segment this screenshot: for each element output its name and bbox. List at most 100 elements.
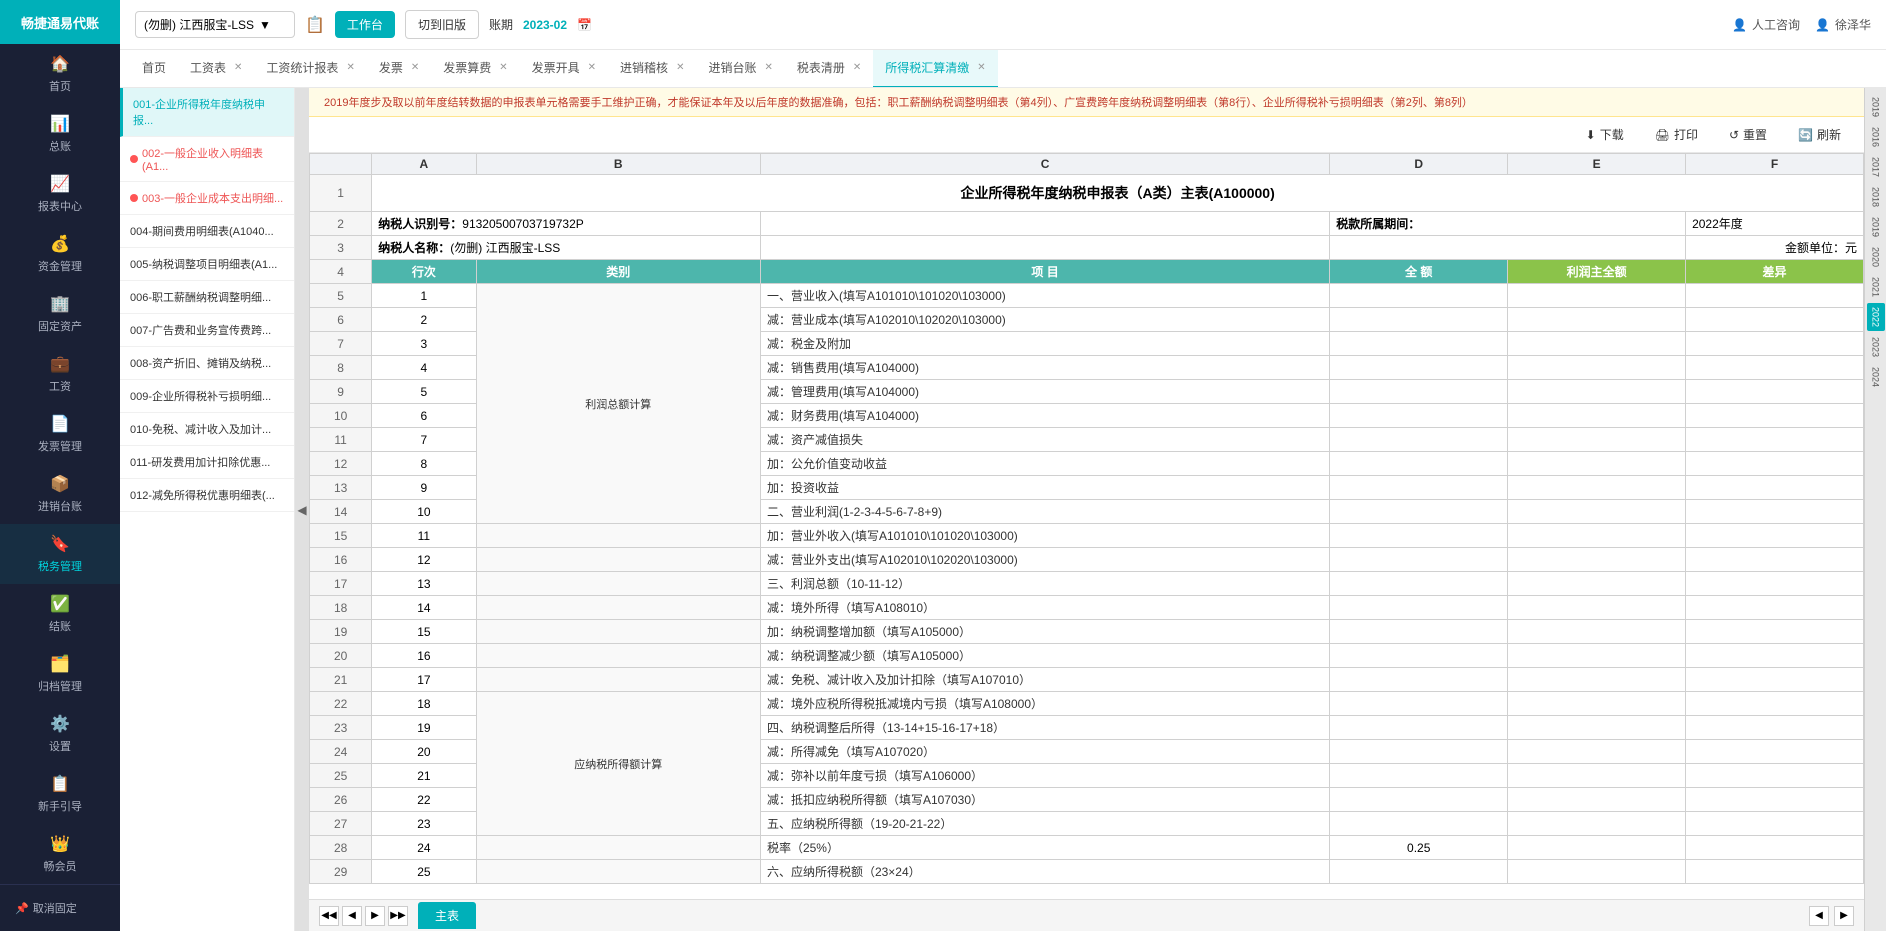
xiangmu-cell-20[interactable]: 减：纳税调整减少额（填写A105000） [760,644,1329,668]
xuhao-cell-19[interactable]: 15 [372,620,476,644]
left-panel-item-003[interactable]: 003-一般企业成本支出明细... [120,182,294,215]
left-panel-item-010[interactable]: 010-免税、减计收入及加计... [120,413,294,446]
lirun-cell-24[interactable] [1508,740,1686,764]
workspace-button[interactable]: 工作台 [335,11,395,38]
chay-cell-28[interactable] [1686,836,1864,860]
nav-tab-6[interactable]: 进销稽核✕ [608,50,696,88]
quane-cell-28[interactable]: 0.25 [1330,836,1508,860]
xuhao-cell-20[interactable]: 16 [372,644,476,668]
left-panel-item-005[interactable]: 005-纳税调整项目明细表(A1... [120,248,294,281]
left-panel-item-012[interactable]: 012-减免所得税优惠明细表(... [120,479,294,512]
quane-cell-15[interactable] [1330,524,1508,548]
xuhao-cell-9[interactable]: 5 [372,380,476,404]
xiangmu-cell-24[interactable]: 减：所得减免（填写A107020） [760,740,1329,764]
sidebar-item-report[interactable]: 📈报表中心 [0,164,120,224]
chay-cell-27[interactable] [1686,812,1864,836]
xiangmu-cell-29[interactable]: 六、应纳所得税额（23×24） [760,860,1329,884]
xuhao-cell-27[interactable]: 23 [372,812,476,836]
sidebar-item-member[interactable]: 👑畅会员 [0,824,120,884]
quane-cell-19[interactable] [1330,620,1508,644]
chay-cell-5[interactable] [1686,284,1864,308]
sidebar-item-settle[interactable]: ✅结账 [0,584,120,644]
xuhao-cell-26[interactable]: 22 [372,788,476,812]
timeline-item-2017-2[interactable]: 2017 [1867,153,1885,181]
sheet-nav-left[interactable]: ◀◀ [319,906,339,926]
nav-tab-0[interactable]: 首页 [130,50,178,88]
scroll-left-btn[interactable]: ◀ [1809,906,1829,926]
company-selector[interactable]: (勿删) 江西服宝-LSS ▼ [135,11,295,38]
nav-tab-9[interactable]: 所得税汇算清缴✕ [873,50,997,88]
tab-close-1[interactable]: ✕ [234,62,242,73]
lirun-cell-18[interactable] [1508,596,1686,620]
xuhao-cell-8[interactable]: 4 [372,356,476,380]
xuhao-cell-6[interactable]: 2 [372,308,476,332]
left-panel-item-001[interactable]: 001-企业所得税年度纳税申报... [120,88,294,137]
lirun-cell-23[interactable] [1508,716,1686,740]
xiangmu-cell-11[interactable]: 减：资产减值损失 [760,428,1329,452]
sidebar-item-tax[interactable]: 🔖税务管理 [0,524,120,584]
xiangmu-cell-22[interactable]: 减：境外应税所得税抵减境内亏损（填写A108000） [760,692,1329,716]
sidebar-item-archive[interactable]: 🗂️归档管理 [0,644,120,704]
xuhao-cell-21[interactable]: 17 [372,668,476,692]
tab-close-5[interactable]: ✕ [588,62,596,73]
xuhao-cell-13[interactable]: 9 [372,476,476,500]
quane-cell-27[interactable] [1330,812,1508,836]
lirun-cell-28[interactable] [1508,836,1686,860]
timeline-item-2024-9[interactable]: 2024 [1867,363,1885,391]
xiangmu-cell-13[interactable]: 加：投资收益 [760,476,1329,500]
switch-button[interactable]: 切到旧版 [405,10,479,39]
nav-tab-3[interactable]: 发票✕ [367,50,431,88]
xiangmu-cell-27[interactable]: 五、应纳税所得额（19-20-21-22） [760,812,1329,836]
lirun-cell-12[interactable] [1508,452,1686,476]
xiangmu-cell-8[interactable]: 减：销售费用(填写A104000) [760,356,1329,380]
lirun-cell-17[interactable] [1508,572,1686,596]
table-container[interactable]: A B C D E F 1 企业所得税年度纳税申报表（A类）主表(A100000… [309,153,1864,899]
quane-cell-14[interactable] [1330,500,1508,524]
sidebar-item-settings[interactable]: ⚙️设置 [0,704,120,764]
lirun-cell-13[interactable] [1508,476,1686,500]
xiangmu-cell-7[interactable]: 减：税金及附加 [760,332,1329,356]
reset-button[interactable]: ↺ 重置 [1721,123,1775,146]
lirun-cell-10[interactable] [1508,404,1686,428]
xuhao-cell-5[interactable]: 1 [372,284,476,308]
chay-cell-24[interactable] [1686,740,1864,764]
xiangmu-cell-26[interactable]: 减：抵扣应纳税所得额（填写A107030） [760,788,1329,812]
chay-cell-16[interactable] [1686,548,1864,572]
chay-cell-6[interactable] [1686,308,1864,332]
timeline-item-2021-6[interactable]: 2021 [1867,273,1885,301]
nav-tab-5[interactable]: 发票开具✕ [520,50,608,88]
nav-tab-8[interactable]: 税表清册✕ [785,50,873,88]
quane-cell-11[interactable] [1330,428,1508,452]
nav-tab-7[interactable]: 进销台账✕ [696,50,784,88]
timeline-item-2020-5[interactable]: 2020 [1867,243,1885,271]
left-panel-item-004[interactable]: 004-期间费用明细表(A1040... [120,215,294,248]
lirun-cell-9[interactable] [1508,380,1686,404]
sidebar-item-guide[interactable]: 📋新手引导 [0,764,120,824]
sheet-nav-right[interactable]: ▶▶ [388,906,408,926]
xiangmu-cell-12[interactable]: 加：公允价值变动收益 [760,452,1329,476]
xuhao-cell-16[interactable]: 12 [372,548,476,572]
sidebar-item-purchase[interactable]: 📦进销台账 [0,464,120,524]
lirun-cell-22[interactable] [1508,692,1686,716]
xuhao-cell-15[interactable]: 11 [372,524,476,548]
xuhao-cell-22[interactable]: 18 [372,692,476,716]
chay-cell-13[interactable] [1686,476,1864,500]
sidebar-item-salary[interactable]: 💼工资 [0,344,120,404]
lirun-cell-6[interactable] [1508,308,1686,332]
timeline-item-2019-4[interactable]: 2019 [1867,213,1885,241]
xiangmu-cell-23[interactable]: 四、纳税调整后所得（13-14+15-16-17+18） [760,716,1329,740]
chay-cell-17[interactable] [1686,572,1864,596]
quane-cell-22[interactable] [1330,692,1508,716]
quane-cell-18[interactable] [1330,596,1508,620]
user-profile[interactable]: 👤 徐泽华 [1815,16,1871,33]
lirun-cell-29[interactable] [1508,860,1686,884]
quane-cell-29[interactable] [1330,860,1508,884]
xiangmu-cell-9[interactable]: 减：管理费用(填写A104000) [760,380,1329,404]
quane-cell-5[interactable] [1330,284,1508,308]
lirun-cell-7[interactable] [1508,332,1686,356]
quane-cell-26[interactable] [1330,788,1508,812]
lirun-cell-5[interactable] [1508,284,1686,308]
chay-cell-7[interactable] [1686,332,1864,356]
xuhao-cell-10[interactable]: 6 [372,404,476,428]
quane-cell-13[interactable] [1330,476,1508,500]
